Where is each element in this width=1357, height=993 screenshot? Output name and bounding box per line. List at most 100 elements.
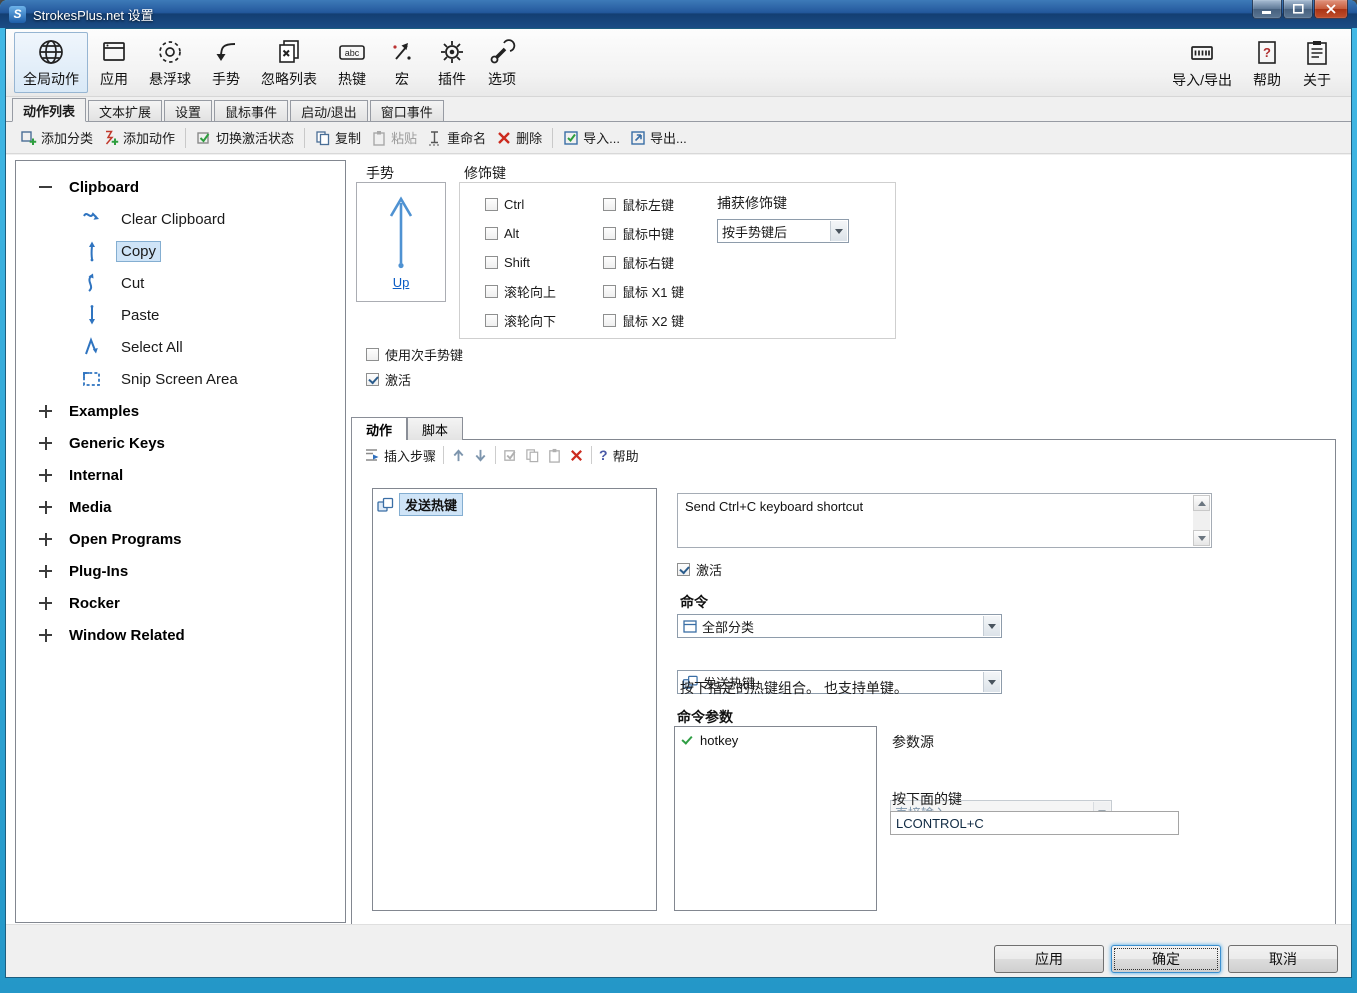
toolbar-item-hotkeys[interactable]: abc 热键 xyxy=(328,32,376,93)
checkbox-alt[interactable]: Alt xyxy=(485,219,556,248)
minimize-button[interactable] xyxy=(1252,0,1282,19)
step-active-checkbox[interactable]: 激活 xyxy=(677,555,722,584)
checkbox-icon[interactable] xyxy=(366,348,379,361)
checkbox-checked-icon[interactable] xyxy=(366,373,379,386)
cancel-button[interactable]: 取消 xyxy=(1228,945,1338,973)
add-action-button[interactable]: 添加动作 xyxy=(98,125,180,150)
key-input[interactable] xyxy=(890,811,1179,835)
param-item-hotkey[interactable]: hotkey xyxy=(681,733,870,748)
gesture-preview[interactable]: Up xyxy=(356,182,446,302)
checkbox-mouse-x2[interactable]: 鼠标 X2 键 xyxy=(603,306,684,335)
checkbox-mouse-right[interactable]: 鼠标右键 xyxy=(603,248,684,277)
tree-category-window-related[interactable]: Window Related xyxy=(16,619,345,651)
tree-item-copy[interactable]: Copy xyxy=(16,235,345,267)
toolbar-item-macros[interactable]: 宏 xyxy=(378,32,426,93)
toolbar-item-about[interactable]: 关于 xyxy=(1293,33,1341,94)
step-description-input[interactable]: Send Ctrl+C keyboard shortcut xyxy=(677,493,1212,548)
tree-category-internal[interactable]: Internal xyxy=(16,459,345,491)
maximize-button[interactable] xyxy=(1283,0,1313,19)
copy-step-button[interactable] xyxy=(525,448,540,463)
paste-button[interactable]: 粘贴 xyxy=(366,125,422,150)
expand-icon[interactable] xyxy=(38,596,53,611)
expand-icon[interactable] xyxy=(38,628,53,643)
tab-action[interactable]: 动作 xyxy=(351,417,407,440)
checkbox-icon[interactable] xyxy=(485,256,498,269)
insert-step-button[interactable]: 插入步骤 xyxy=(364,446,436,465)
tree-category-open-programs[interactable]: Open Programs xyxy=(16,523,345,555)
collapse-icon[interactable] xyxy=(38,180,53,195)
checkbox-icon[interactable] xyxy=(603,285,616,298)
tab-text-expansion[interactable]: 文本扩展 xyxy=(88,100,162,121)
expand-icon[interactable] xyxy=(38,532,53,547)
checkbox-mouse-middle[interactable]: 鼠标中键 xyxy=(603,219,684,248)
checkbox-icon[interactable] xyxy=(603,256,616,269)
ok-button[interactable]: 确定 xyxy=(1111,945,1221,973)
toolbar-item-floating-orb[interactable]: 悬浮球 xyxy=(140,32,200,93)
export-button[interactable]: 导出... xyxy=(625,125,692,150)
toolbar-item-options[interactable]: 选项 xyxy=(478,32,526,93)
toolbar-item-global-actions[interactable]: 全局动作 xyxy=(14,32,88,93)
gesture-name-link[interactable]: Up xyxy=(393,275,410,290)
expand-icon[interactable] xyxy=(38,468,53,483)
import-button[interactable]: 导入... xyxy=(558,125,625,150)
rename-button[interactable]: 重命名 xyxy=(422,125,491,150)
checkbox-mouse-left[interactable]: 鼠标左键 xyxy=(603,190,684,219)
checkbox-icon[interactable] xyxy=(603,314,616,327)
toggle-active-button[interactable]: 切换激活状态 xyxy=(191,125,299,150)
toolbar-item-gestures[interactable]: 手势 xyxy=(202,32,250,93)
checkbox-icon[interactable] xyxy=(485,285,498,298)
checkbox-wheel-up[interactable]: 滚轮向上 xyxy=(485,277,556,306)
scroll-down-icon[interactable] xyxy=(1193,530,1210,546)
tree-category-generic-keys[interactable]: Generic Keys xyxy=(16,427,345,459)
checkbox-mouse-x1[interactable]: 鼠标 X1 键 xyxy=(603,277,684,306)
command-category-select[interactable]: 全部分类 xyxy=(677,614,1002,638)
tab-startup-exit[interactable]: 启动/退出 xyxy=(290,100,368,121)
tree-category-clipboard[interactable]: Clipboard xyxy=(16,171,345,203)
checkbox-icon[interactable] xyxy=(485,227,498,240)
toolbar-item-import-export[interactable]: 导入/导出 xyxy=(1163,33,1241,94)
tree-category-plug-ins[interactable]: Plug-Ins xyxy=(16,555,345,587)
checkbox-checked-icon[interactable] xyxy=(677,563,690,576)
checkbox-ctrl[interactable]: Ctrl xyxy=(485,190,556,219)
copy-button[interactable]: 复制 xyxy=(310,125,366,150)
toolbar-item-ignore-list[interactable]: 忽略列表 xyxy=(252,32,326,93)
tab-script[interactable]: 脚本 xyxy=(407,417,463,440)
paste-step-button[interactable] xyxy=(547,448,562,463)
scroll-up-icon[interactable] xyxy=(1193,495,1210,511)
expand-icon[interactable] xyxy=(38,500,53,515)
toggle-step-button[interactable] xyxy=(503,448,518,463)
tree-category-rocker[interactable]: Rocker xyxy=(16,587,345,619)
tree-item-clear-clipboard[interactable]: Clear Clipboard xyxy=(16,203,345,235)
checkbox-wheel-down[interactable]: 滚轮向下 xyxy=(485,306,556,335)
tree-category-media[interactable]: Media xyxy=(16,491,345,523)
capture-modifiers-select[interactable]: 按手势键后 xyxy=(717,219,849,243)
description-scrollbar[interactable] xyxy=(1193,495,1210,546)
tree-item-paste[interactable]: Paste xyxy=(16,299,345,331)
tree-item-cut[interactable]: Cut xyxy=(16,267,345,299)
toolbar-item-apps[interactable]: 应用 xyxy=(90,32,138,93)
step-item-send-hotkey[interactable]: 发送热键 xyxy=(377,493,652,516)
active-checkbox[interactable]: 激活 xyxy=(366,365,411,394)
chevron-down-icon[interactable] xyxy=(983,616,1000,636)
tab-action-list[interactable]: 动作列表 xyxy=(12,98,86,122)
checkbox-icon[interactable] xyxy=(485,314,498,327)
steps-list[interactable]: 发送热键 xyxy=(372,488,657,911)
tab-mouse-events[interactable]: 鼠标事件 xyxy=(214,100,288,121)
expand-icon[interactable] xyxy=(38,404,53,419)
apply-button[interactable]: 应用 xyxy=(994,945,1104,973)
tree-item-snip-screen-area[interactable]: Snip Screen Area xyxy=(16,363,345,395)
add-category-button[interactable]: 添加分类 xyxy=(16,125,98,150)
move-step-up-button[interactable] xyxy=(451,448,466,463)
close-button[interactable] xyxy=(1314,0,1348,19)
toolbar-item-plugins[interactable]: 插件 xyxy=(428,32,476,93)
toolbar-item-help[interactable]: ? 帮助 xyxy=(1243,33,1291,94)
chevron-down-icon[interactable] xyxy=(830,221,847,241)
expand-icon[interactable] xyxy=(38,564,53,579)
delete-step-button[interactable] xyxy=(569,448,584,463)
checkbox-shift[interactable]: Shift xyxy=(485,248,556,277)
tab-settings[interactable]: 设置 xyxy=(164,100,212,121)
checkbox-icon[interactable] xyxy=(603,227,616,240)
checkbox-icon[interactable] xyxy=(603,198,616,211)
tree-item-select-all[interactable]: Select All xyxy=(16,331,345,363)
tab-window-events[interactable]: 窗口事件 xyxy=(370,100,444,121)
